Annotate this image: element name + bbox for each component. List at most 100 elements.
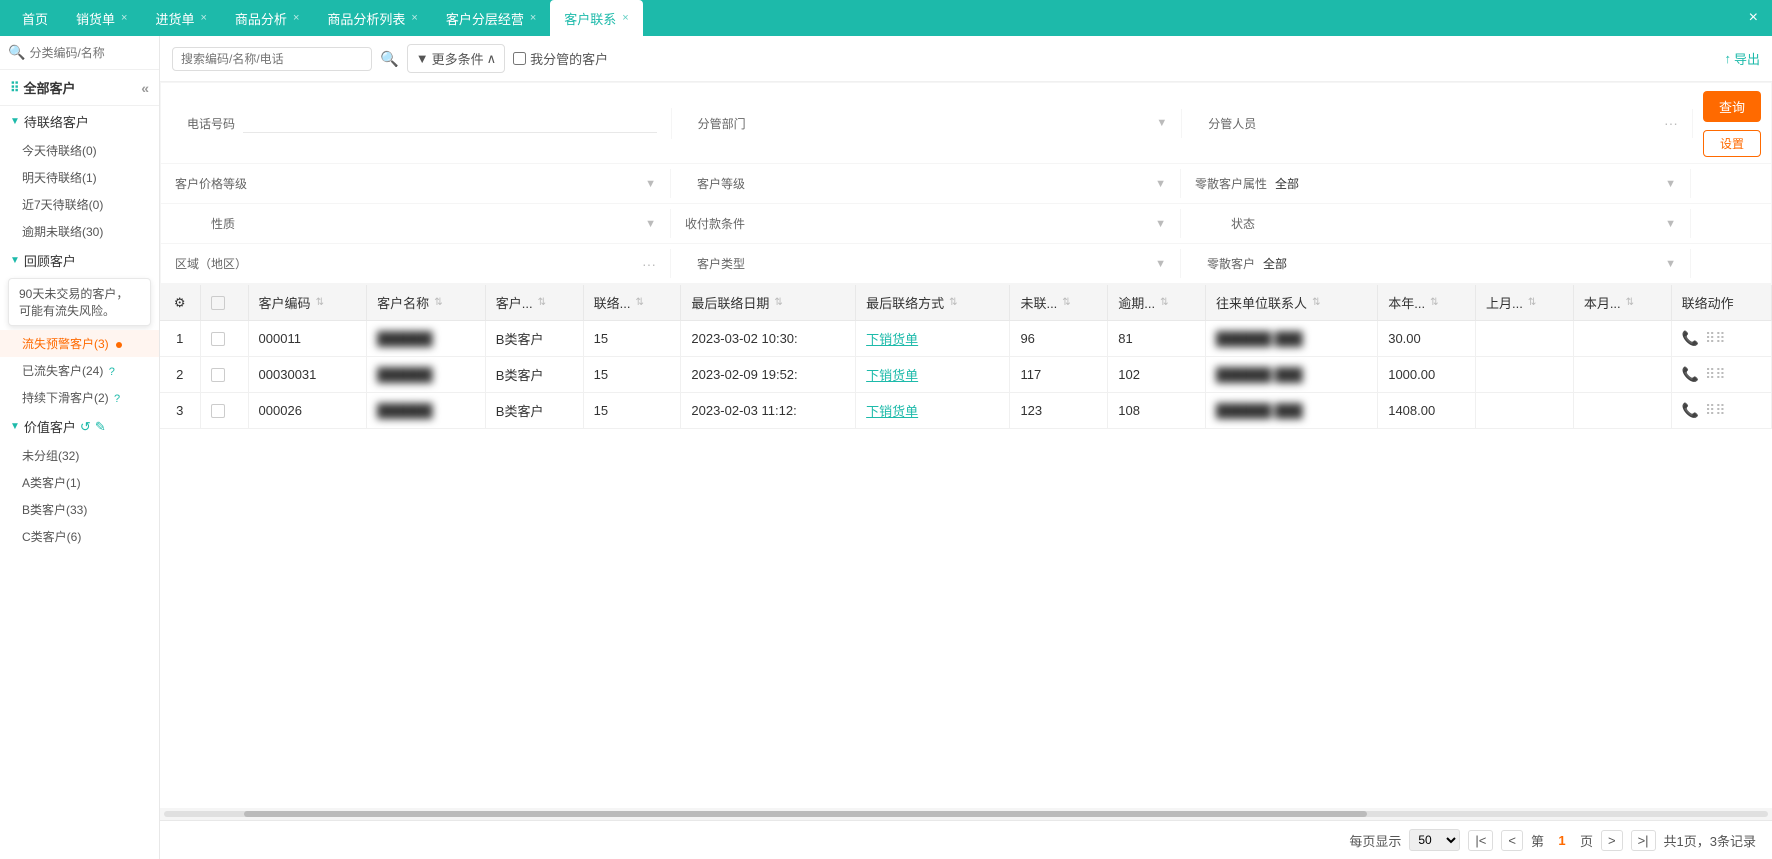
more-conditions-button[interactable]: ▼ 更多条件 ∧ <box>407 44 505 73</box>
cell-last-way-1[interactable]: 下销货单 <box>856 357 1010 393</box>
cell-check-0[interactable] <box>200 321 248 357</box>
this-year-sort-icon[interactable]: ⇅ <box>1430 297 1438 308</box>
tab-close-1[interactable]: × <box>200 12 206 24</box>
tab-close-0[interactable]: × <box>121 12 127 24</box>
retail-attr-select[interactable]: 全部 ▼ <box>1275 175 1676 192</box>
home-tab[interactable]: 首页 <box>8 0 62 36</box>
contact-icon-0[interactable]: 📞 <box>1682 330 1699 347</box>
phone-input[interactable] <box>243 114 657 133</box>
per-page-select[interactable]: 50 20 100 <box>1409 829 1460 851</box>
cell-last-way-2[interactable]: 下销货单 <box>856 393 1010 429</box>
value-edit-icon[interactable]: ✎ <box>95 419 106 435</box>
export-label: 导出 <box>1734 49 1760 68</box>
not-contacted-sort-icon[interactable]: ⇅ <box>1062 297 1070 308</box>
th-settings[interactable]: ⚙ <box>160 285 200 321</box>
status-select[interactable]: ▼ <box>1263 218 1676 230</box>
th-code: 客户编码 ⇅ <box>248 285 367 321</box>
row-checkbox-0[interactable] <box>211 332 225 346</box>
first-page-button[interactable]: |< <box>1468 830 1493 851</box>
settings-button[interactable]: 设置 <box>1703 130 1761 157</box>
manager-more-icon[interactable]: ··· <box>1664 115 1678 131</box>
retail-customer-select[interactable]: 全部 ▼ <box>1263 255 1676 272</box>
contact-icon-1[interactable]: 📞 <box>1682 366 1699 383</box>
last-way-link-2[interactable]: 下销货单 <box>866 404 918 419</box>
th-select-all[interactable] <box>200 285 248 321</box>
last-way-link-1[interactable]: 下销货单 <box>866 368 918 383</box>
scrollbar-track[interactable] <box>164 811 1768 817</box>
more-action-icon-1[interactable]: ⠿⠿ <box>1705 366 1726 383</box>
price-level-select[interactable]: ▼ <box>255 178 656 190</box>
row-checkbox-2[interactable] <box>211 404 225 418</box>
tab-label-3: 商品分析列表 <box>327 9 405 28</box>
sidebar-item-b-class[interactable]: B类客户(33) <box>0 496 159 523</box>
sidebar-item-overdue-pending[interactable]: 逾期未联络(30) <box>0 218 159 245</box>
sidebar-item-churned[interactable]: 已流失客户(24) ? <box>0 357 159 384</box>
query-button[interactable]: 查询 <box>1703 91 1761 122</box>
filter-row-1: 电话号码 分管部门 ▼ 分管人员 ··· <box>161 83 1771 164</box>
horizontal-scrollbar[interactable] <box>160 808 1772 820</box>
sidebar-item-c-class[interactable]: C类客户(6) <box>0 523 159 550</box>
tab-close-4[interactable]: × <box>530 12 536 24</box>
tab-5[interactable]: 客户联系× <box>550 0 642 36</box>
name-sort-icon[interactable]: ⇅ <box>434 297 442 308</box>
sidebar-item-tomorrow-pending[interactable]: 明天待联络(1) <box>0 164 159 191</box>
value-refresh-icon[interactable]: ↺ <box>80 419 91 435</box>
manager-select[interactable]: ··· <box>1264 115 1678 131</box>
cell-check-1[interactable] <box>200 357 248 393</box>
sidebar-search-bar[interactable]: 🔍 <box>0 36 159 70</box>
last-month-sort-icon[interactable]: ⇅ <box>1528 297 1536 308</box>
sidebar-item-today-pending[interactable]: 今天待联络(0) <box>0 137 159 164</box>
sidebar-item-a-class[interactable]: A类客户(1) <box>0 469 159 496</box>
cell-last-way-0[interactable]: 下销货单 <box>856 321 1010 357</box>
my-customers-checkbox[interactable]: 我分管的客户 <box>513 49 608 68</box>
region-select[interactable]: ··· <box>255 256 656 272</box>
tab-close-3[interactable]: × <box>411 12 417 24</box>
search-input[interactable] <box>172 47 372 71</box>
prev-page-button[interactable]: < <box>1501 830 1523 851</box>
sidebar-item-declining[interactable]: 持续下滑客户(2) ? <box>0 384 159 411</box>
sidebar-item-churn-warning[interactable]: 流失预警客户(3) <box>0 330 159 357</box>
unit-sort-icon[interactable]: ⇅ <box>1312 297 1320 308</box>
customer-type-select[interactable]: ▼ <box>753 258 1166 270</box>
window-close-button[interactable]: × <box>1735 9 1772 27</box>
code-sort-icon[interactable]: ⇅ <box>316 297 324 308</box>
tab-1[interactable]: 进货单× <box>141 0 220 36</box>
dept-select[interactable]: ▼ <box>754 117 1168 129</box>
row-checkbox-1[interactable] <box>211 368 225 382</box>
nature-select[interactable]: ▼ <box>243 218 656 230</box>
last-date-sort-icon[interactable]: ⇅ <box>774 297 782 308</box>
tab-3[interactable]: 商品分析列表 × <box>313 0 431 36</box>
sidebar-item-no-group[interactable]: 未分组(32) <box>0 442 159 469</box>
last-way-link-0[interactable]: 下销货单 <box>866 332 918 347</box>
select-all-checkbox[interactable] <box>211 296 225 310</box>
export-button[interactable]: ↑ 导出 <box>1724 49 1760 68</box>
sidebar-collapse-button[interactable]: « <box>141 80 149 96</box>
last-page-button[interactable]: >| <box>1631 830 1656 851</box>
tab-close-2[interactable]: × <box>293 12 299 24</box>
more-action-icon-2[interactable]: ⠿⠿ <box>1705 402 1726 419</box>
region-more-icon[interactable]: ··· <box>642 256 656 272</box>
last-way-sort-icon[interactable]: ⇅ <box>949 297 957 308</box>
search-button[interactable]: 🔍 <box>380 50 399 68</box>
type-sort-icon[interactable]: ⇅ <box>538 297 546 308</box>
tab-2[interactable]: 商品分析× <box>221 0 313 36</box>
sidebar-item-week-pending[interactable]: 近7天待联络(0) <box>0 191 159 218</box>
overdue-sort-icon[interactable]: ⇅ <box>1160 297 1168 308</box>
payment-select[interactable]: ▼ <box>753 218 1166 230</box>
sidebar-search-input[interactable] <box>29 46 151 60</box>
my-customers-check[interactable] <box>513 52 526 65</box>
tab-0[interactable]: 销货单× <box>62 0 141 36</box>
scrollbar-thumb[interactable] <box>244 811 1367 817</box>
customer-level-select[interactable]: ▼ <box>753 178 1166 190</box>
next-page-button[interactable]: > <box>1601 830 1623 851</box>
sidebar-group-review-title[interactable]: ▼ 回顾客户 <box>0 245 159 276</box>
tab-4[interactable]: 客户分层经营× <box>432 0 550 36</box>
tab-close-5[interactable]: × <box>622 12 628 24</box>
sidebar-group-pending-title[interactable]: ▼ 待联络客户 <box>0 106 159 137</box>
cell-check-2[interactable] <box>200 393 248 429</box>
this-month-sort-icon[interactable]: ⇅ <box>1626 297 1634 308</box>
contact-icon-2[interactable]: 📞 <box>1682 402 1699 419</box>
sidebar-group-value-title[interactable]: ▼ 价值客户 ↺ ✎ <box>0 411 159 442</box>
contact-sort-icon[interactable]: ⇅ <box>635 297 643 308</box>
more-action-icon-0[interactable]: ⠿⠿ <box>1705 330 1726 347</box>
